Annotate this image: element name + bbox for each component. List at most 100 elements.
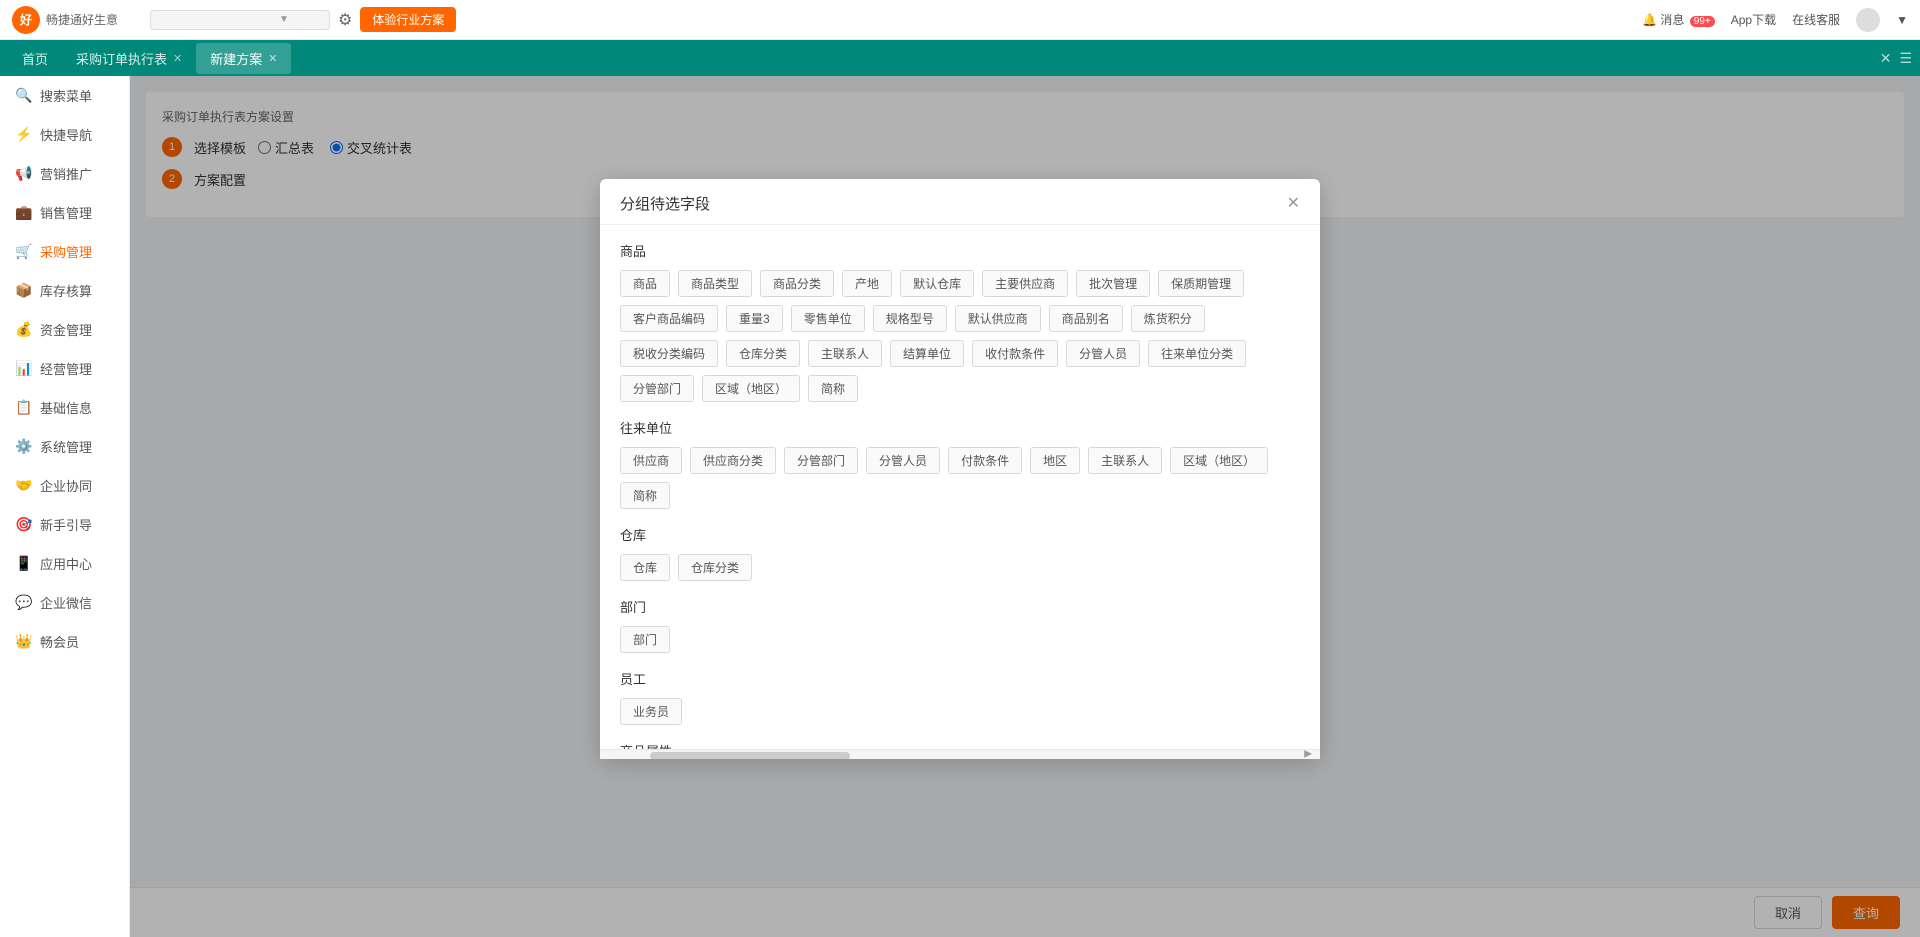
logo-text: 畅捷通好生意 (46, 11, 118, 28)
sidebar-label-search: 搜索菜单 (40, 86, 92, 105)
settings-icon[interactable]: ⚙ (338, 10, 352, 30)
field-tag-main-contact[interactable]: 主联系人 (808, 340, 882, 367)
field-tag-person-partner[interactable]: 分管人员 (866, 447, 940, 474)
field-tag-warehouse-category[interactable]: 仓库分类 (726, 340, 800, 367)
operations-icon: 📊 (16, 361, 32, 377)
app-download-link[interactable]: App下载 (1731, 11, 1776, 28)
field-tag-origin[interactable]: 产地 (842, 270, 892, 297)
field-tag-supplier-category[interactable]: 供应商分类 (690, 447, 776, 474)
inventory-icon: 📦 (16, 283, 32, 299)
field-tag-batch-mgmt[interactable]: 批次管理 (1076, 270, 1150, 297)
field-tag-partner-category[interactable]: 往来单位分类 (1148, 340, 1246, 367)
sidebar-item-shortcuts[interactable]: ⚡ 快捷导航 (0, 115, 129, 154)
field-tag-product[interactable]: 商品 (620, 270, 670, 297)
modal-hscroll[interactable]: ▶ (600, 749, 1320, 759)
online-service-link[interactable]: 在线客服 (1792, 11, 1840, 28)
section-employee-title: 员工 (620, 669, 1300, 688)
field-tag-default-warehouse[interactable]: 默认仓库 (900, 270, 974, 297)
field-tag-warehouse-cat[interactable]: 仓库分类 (678, 554, 752, 581)
sidebar-label-finance: 资金管理 (40, 320, 92, 339)
field-tag-shelf-life[interactable]: 保质期管理 (1158, 270, 1244, 297)
field-tag-warehouse[interactable]: 仓库 (620, 554, 670, 581)
field-tag-area-partner[interactable]: 地区 (1030, 447, 1080, 474)
field-tag-product-alias[interactable]: 商品别名 (1049, 305, 1123, 332)
field-tag-short-name-product[interactable]: 简称 (808, 375, 858, 402)
system-icon: ⚙️ (16, 439, 32, 455)
logo-icon: 好 (12, 6, 40, 34)
tab-purchase-order-close[interactable]: ✕ (173, 52, 182, 65)
tab-bar-close-icon[interactable]: ✕ (1880, 50, 1892, 67)
field-tag-salesperson[interactable]: 业务员 (620, 698, 682, 725)
sidebar-item-system[interactable]: ⚙️ 系统管理 (0, 427, 129, 466)
modal-header: 分组待选字段 ✕ (600, 179, 1320, 225)
sidebar-item-collab[interactable]: 🤝 企业协同 (0, 466, 129, 505)
sidebar-item-wechat[interactable]: 💬 企业微信 (0, 583, 129, 622)
field-tag-payment-terms[interactable]: 收付款条件 (972, 340, 1058, 367)
field-tag-department[interactable]: 部门 (620, 626, 670, 653)
field-tag-weight[interactable]: 重量3 (726, 305, 783, 332)
tab-home[interactable]: 首页 (8, 43, 62, 74)
modal-close-icon[interactable]: ✕ (1287, 193, 1300, 213)
tab-new-plan-label: 新建方案 (210, 49, 262, 68)
field-tag-region-partner[interactable]: 区域（地区） (1170, 447, 1268, 474)
field-selection-modal: 分组待选字段 ✕ 商品 商品 商品类型 商品分类 产地 默认仓库 主要供应商 批… (600, 179, 1320, 759)
sidebar-item-operations[interactable]: 📊 经营管理 (0, 349, 129, 388)
field-tag-points[interactable]: 炼货积分 (1131, 305, 1205, 332)
sidebar-label-purchase: 采购管理 (40, 242, 92, 261)
sidebar-item-vip[interactable]: 👑 畅会员 (0, 622, 129, 661)
tab-new-plan-close[interactable]: ✕ (268, 52, 277, 65)
section-department-title: 部门 (620, 597, 1300, 616)
sidebar-item-finance[interactable]: 💰 资金管理 (0, 310, 129, 349)
tab-purchase-order[interactable]: 采购订单执行表 ✕ (62, 43, 196, 74)
field-tag-main-supplier[interactable]: 主要供应商 (982, 270, 1068, 297)
field-tag-region-product[interactable]: 区域（地区） (702, 375, 800, 402)
sidebar-item-inventory[interactable]: 📦 库存核算 (0, 271, 129, 310)
field-tag-retail-unit[interactable]: 零售单位 (791, 305, 865, 332)
field-tag-default-supplier[interactable]: 默认供应商 (955, 305, 1041, 332)
sidebar-item-apps[interactable]: 📱 应用中心 (0, 544, 129, 583)
section-partner-title: 往来单位 (620, 418, 1300, 437)
sidebar: 🔍 搜索菜单 ⚡ 快捷导航 📢 营销推广 💼 销售管理 🛒 采购管理 📦 库存核… (0, 76, 130, 937)
field-tag-dept-partner[interactable]: 分管部门 (784, 447, 858, 474)
search-input[interactable] (159, 13, 279, 27)
sales-icon: 💼 (16, 205, 32, 221)
field-tag-supervisor[interactable]: 分管人员 (1066, 340, 1140, 367)
tab-new-plan[interactable]: 新建方案 ✕ (196, 43, 291, 74)
header-right: 🔔 消息 99+ App下载 在线客服 ▼ (1642, 8, 1908, 32)
field-tag-spec-model[interactable]: 规格型号 (873, 305, 947, 332)
user-menu-dropdown[interactable]: ▼ (1896, 13, 1908, 27)
notification-badge: 99+ (1690, 16, 1715, 27)
sidebar-label-vip: 畅会员 (40, 632, 79, 651)
user-avatar[interactable] (1856, 8, 1880, 32)
field-tag-short-name-partner[interactable]: 简称 (620, 482, 670, 509)
sidebar-item-search[interactable]: 🔍 搜索菜单 (0, 76, 129, 115)
scroll-right-arrow[interactable]: ▶ (1304, 749, 1312, 759)
field-tag-settlement-unit[interactable]: 结算单位 (890, 340, 964, 367)
field-tag-payment-cond[interactable]: 付款条件 (948, 447, 1022, 474)
sidebar-item-sales[interactable]: 💼 销售管理 (0, 193, 129, 232)
tab-home-label: 首页 (22, 49, 48, 68)
purchase-icon: 🛒 (16, 244, 32, 260)
field-tag-product-type[interactable]: 商品类型 (678, 270, 752, 297)
sidebar-item-purchase[interactable]: 🛒 采购管理 (0, 232, 129, 271)
industry-plan-button[interactable]: 体验行业方案 (360, 7, 456, 32)
sidebar-item-guide[interactable]: 🎯 新手引导 (0, 505, 129, 544)
tab-bar: 首页 采购订单执行表 ✕ 新建方案 ✕ ✕ ☰ (0, 40, 1920, 76)
collab-icon: 🤝 (16, 478, 32, 494)
notification-label: 消息 (1660, 13, 1684, 27)
tab-bar-menu-icon[interactable]: ☰ (1899, 50, 1912, 67)
field-tag-supplier[interactable]: 供应商 (620, 447, 682, 474)
search-dropdown-icon[interactable]: ▼ (279, 14, 289, 25)
sidebar-item-marketing[interactable]: 📢 营销推广 (0, 154, 129, 193)
field-tag-customer-code[interactable]: 客户商品编码 (620, 305, 718, 332)
sidebar-label-apps: 应用中心 (40, 554, 92, 573)
section-warehouse: 仓库 仓库 仓库分类 (620, 525, 1300, 581)
section-partner-tags: 供应商 供应商分类 分管部门 分管人员 付款条件 地区 主联系人 区域（地区） … (620, 447, 1300, 509)
field-tag-dept-in-charge[interactable]: 分管部门 (620, 375, 694, 402)
notification-area[interactable]: 🔔 消息 99+ (1642, 11, 1715, 28)
field-tag-tax-code[interactable]: 税收分类编码 (620, 340, 718, 367)
field-tag-product-category[interactable]: 商品分类 (760, 270, 834, 297)
field-tag-main-contact-partner[interactable]: 主联系人 (1088, 447, 1162, 474)
sidebar-item-basics[interactable]: 📋 基础信息 (0, 388, 129, 427)
sidebar-label-shortcuts: 快捷导航 (40, 125, 92, 144)
